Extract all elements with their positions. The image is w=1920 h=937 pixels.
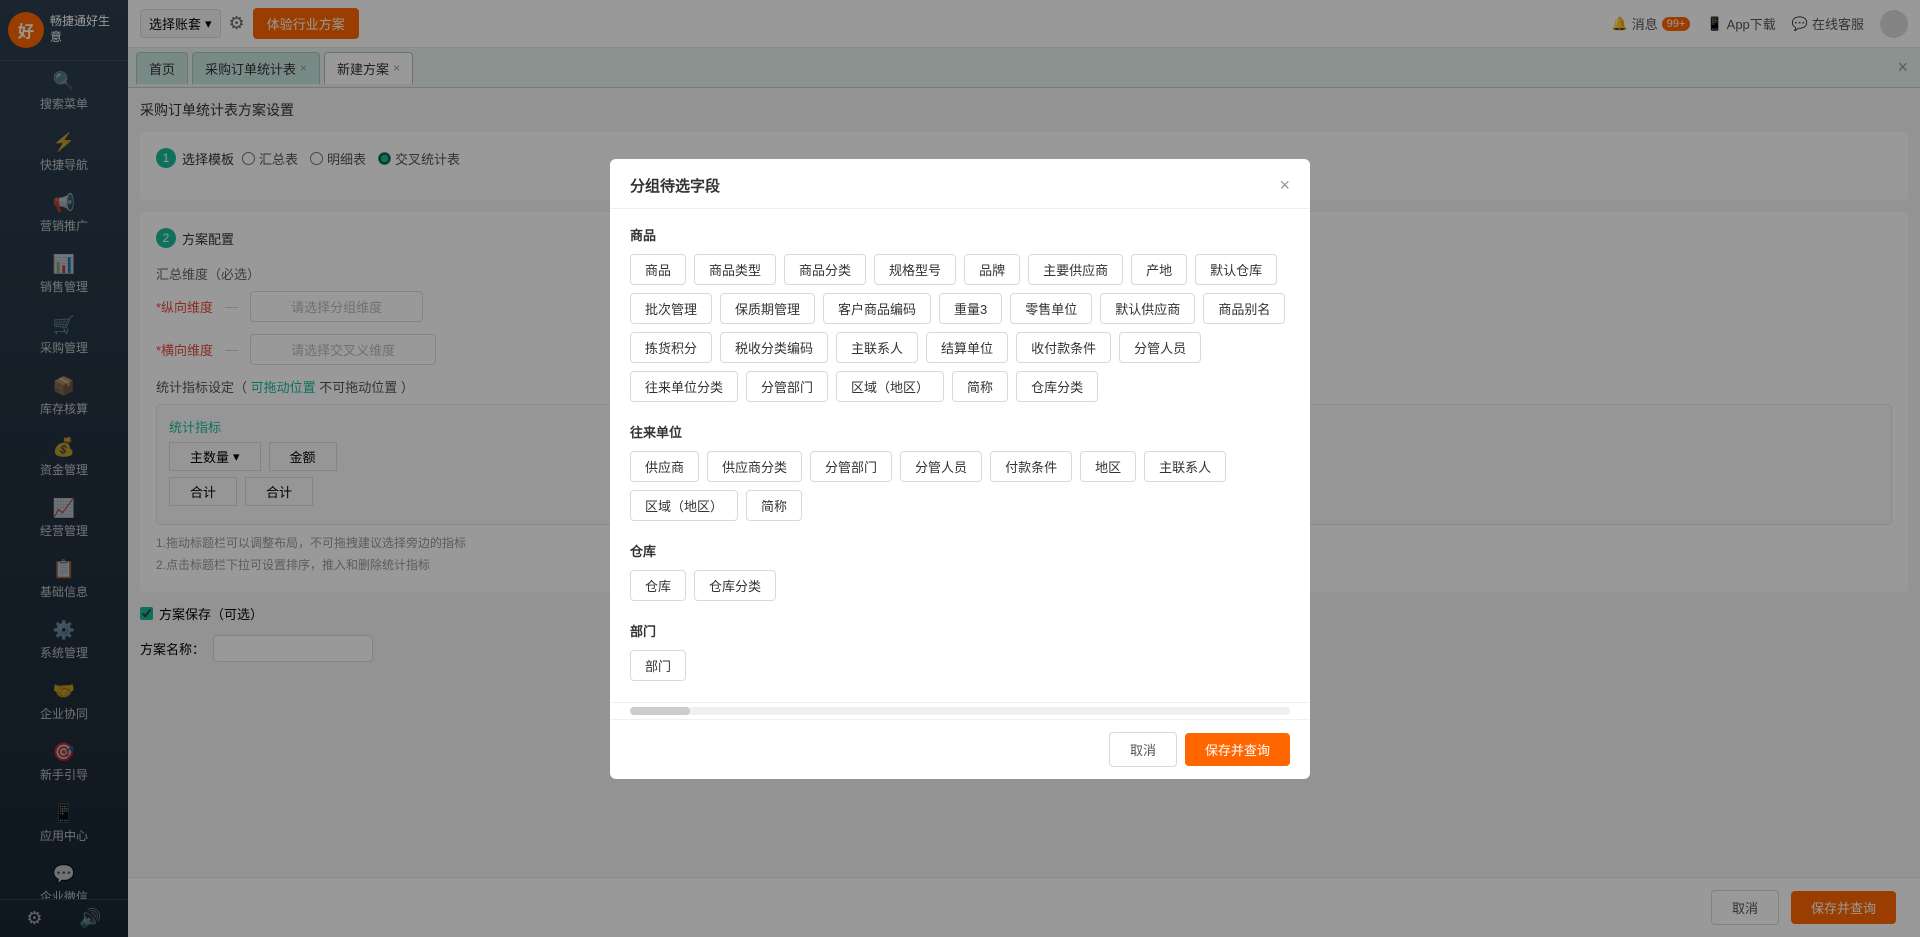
field-tag-付款条件[interactable]: 付款条件 (990, 451, 1072, 482)
field-tag-往来单位分类[interactable]: 往来单位分类 (630, 371, 738, 402)
modal-header: 分组待选字段 × (610, 159, 1310, 209)
field-tags-product: 商品商品类型商品分类规格型号品牌主要供应商产地默认仓库批次管理保质期管理客户商品… (630, 254, 1290, 402)
field-tag-品牌[interactable]: 品牌 (964, 254, 1020, 285)
field-tag-结算单位[interactable]: 结算单位 (926, 332, 1008, 363)
horizontal-scrollbar[interactable] (630, 707, 1290, 715)
field-tag-分管人员[interactable]: 分管人员 (900, 451, 982, 482)
modal-scrollbar-x (610, 702, 1310, 719)
field-tag-区域（地区）[interactable]: 区域（地区） (630, 490, 738, 521)
field-tag-仓库分类[interactable]: 仓库分类 (694, 570, 776, 601)
field-tags-warehouse: 仓库仓库分类 (630, 570, 1290, 601)
field-select-modal: 分组待选字段 × 商品商品商品类型商品分类规格型号品牌主要供应商产地默认仓库批次… (610, 159, 1310, 779)
field-tag-地区[interactable]: 地区 (1080, 451, 1136, 482)
field-tag-分管人员[interactable]: 分管人员 (1119, 332, 1201, 363)
field-tag-零售单位[interactable]: 零售单位 (1010, 293, 1092, 324)
field-tag-商品类型[interactable]: 商品类型 (694, 254, 776, 285)
field-tag-产地[interactable]: 产地 (1131, 254, 1187, 285)
field-tag-仓库分类[interactable]: 仓库分类 (1016, 371, 1098, 402)
modal-footer: 取消 保存并查询 (610, 719, 1310, 779)
field-group-title-department: 部门 (630, 621, 1290, 640)
field-tags-department: 部门 (630, 650, 1290, 681)
field-tag-分管部门[interactable]: 分管部门 (746, 371, 828, 402)
modal-save-btn[interactable]: 保存并查询 (1185, 733, 1290, 766)
field-tag-主要供应商[interactable]: 主要供应商 (1028, 254, 1123, 285)
field-tag-供应商分类[interactable]: 供应商分类 (707, 451, 802, 482)
field-tag-主联系人[interactable]: 主联系人 (836, 332, 918, 363)
modal-body: 商品商品商品类型商品分类规格型号品牌主要供应商产地默认仓库批次管理保质期管理客户… (610, 209, 1310, 702)
field-tag-重量3[interactable]: 重量3 (939, 293, 1002, 324)
field-group-department: 部门部门 (630, 621, 1290, 681)
field-tag-简称[interactable]: 简称 (746, 490, 802, 521)
field-tag-默认供应商[interactable]: 默认供应商 (1100, 293, 1195, 324)
modal-close-btn[interactable]: × (1279, 175, 1290, 196)
field-tag-供应商[interactable]: 供应商 (630, 451, 699, 482)
field-tag-商品别名[interactable]: 商品别名 (1203, 293, 1285, 324)
field-group-partner: 往来单位供应商供应商分类分管部门分管人员付款条件地区主联系人区域（地区） 简称 (630, 422, 1290, 521)
field-tag-简称[interactable]: 简称 (952, 371, 1008, 402)
field-tag-客户商品编码[interactable]: 客户商品编码 (823, 293, 931, 324)
field-tag-保质期管理[interactable]: 保质期管理 (720, 293, 815, 324)
field-tag-默认仓库[interactable]: 默认仓库 (1195, 254, 1277, 285)
scrollbar-thumb (630, 707, 690, 715)
field-tag-仓库[interactable]: 仓库 (630, 570, 686, 601)
modal-title: 分组待选字段 (630, 175, 720, 196)
field-group-warehouse: 仓库仓库仓库分类 (630, 541, 1290, 601)
field-tag-主联系人[interactable]: 主联系人 (1144, 451, 1226, 482)
field-tag-规格型号[interactable]: 规格型号 (874, 254, 956, 285)
modal-cancel-btn[interactable]: 取消 (1109, 732, 1177, 767)
field-group-product: 商品商品商品类型商品分类规格型号品牌主要供应商产地默认仓库批次管理保质期管理客户… (630, 225, 1290, 402)
field-tags-partner: 供应商供应商分类分管部门分管人员付款条件地区主联系人区域（地区） 简称 (630, 451, 1290, 521)
field-tag-区域（地区）[interactable]: 区域（地区） (836, 371, 944, 402)
field-tag-部门[interactable]: 部门 (630, 650, 686, 681)
field-tag-商品[interactable]: 商品 (630, 254, 686, 285)
field-tag-拣货积分[interactable]: 拣货积分 (630, 332, 712, 363)
field-tag-税收分类编码[interactable]: 税收分类编码 (720, 332, 828, 363)
field-group-title-warehouse: 仓库 (630, 541, 1290, 560)
field-group-title-product: 商品 (630, 225, 1290, 244)
field-tag-批次管理[interactable]: 批次管理 (630, 293, 712, 324)
field-tag-分管部门[interactable]: 分管部门 (810, 451, 892, 482)
field-tag-商品分类[interactable]: 商品分类 (784, 254, 866, 285)
field-group-title-partner: 往来单位 (630, 422, 1290, 441)
field-tag-收付款条件[interactable]: 收付款条件 (1016, 332, 1111, 363)
